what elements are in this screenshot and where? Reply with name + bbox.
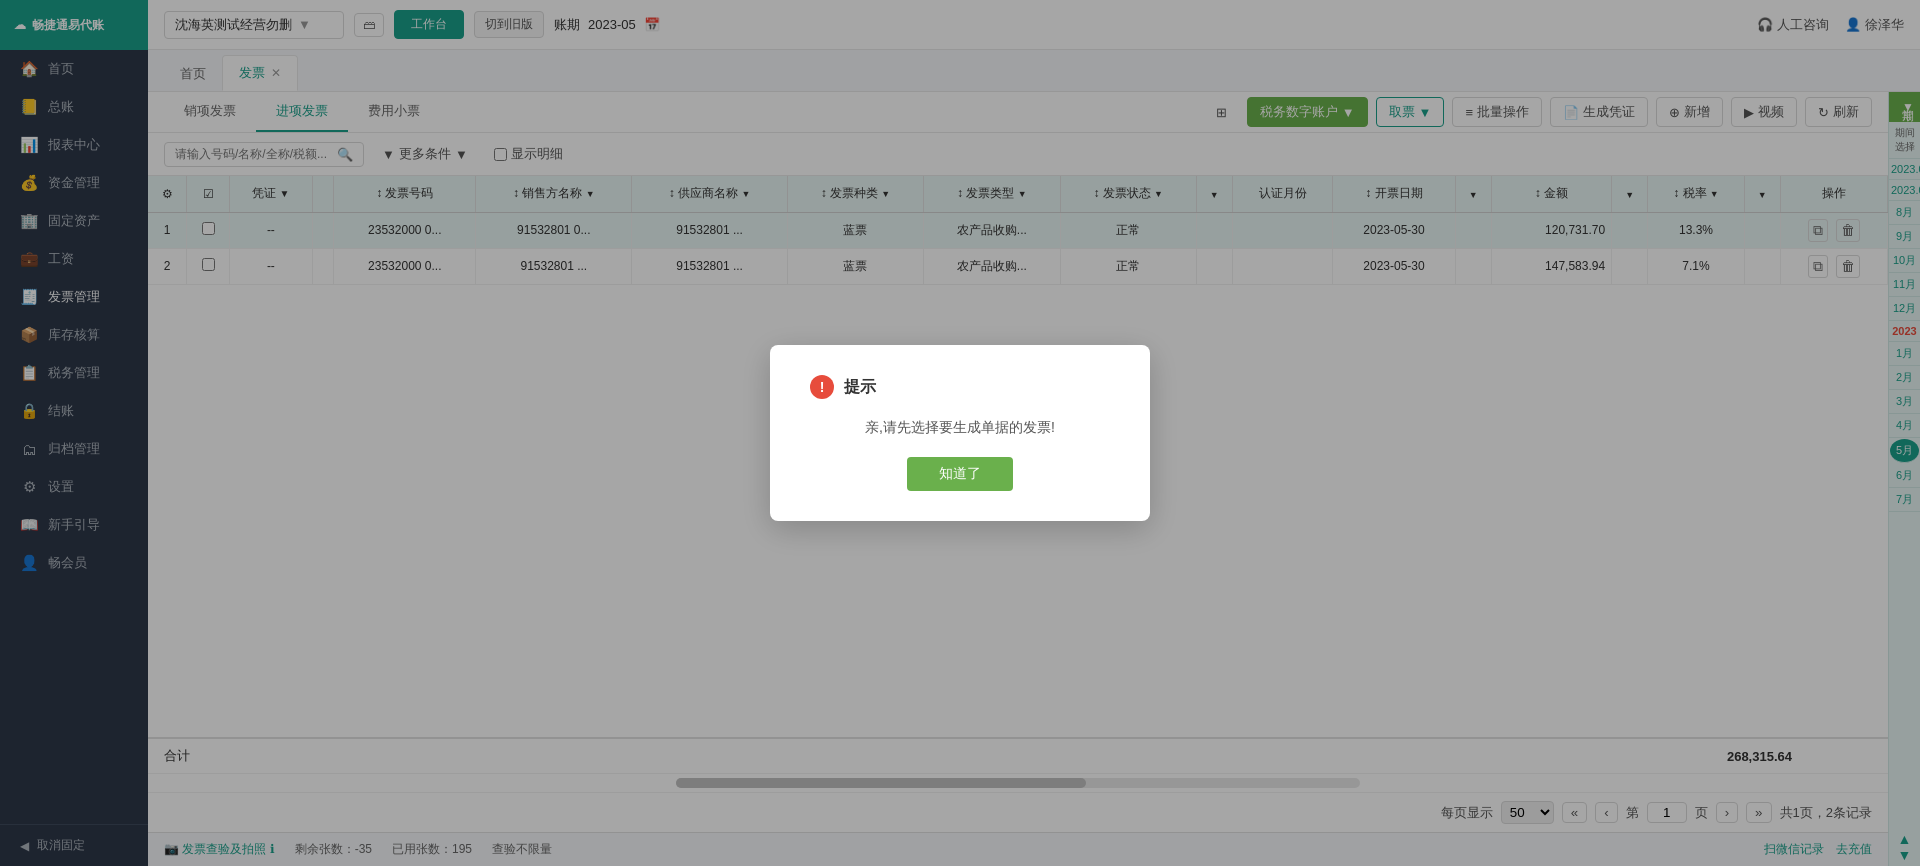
dialog-header: ! 提示 [810, 375, 876, 399]
dialog-message: 亲,请先选择要生成单据的发票! [865, 419, 1055, 437]
dialog-confirm-btn[interactable]: 知道了 [907, 457, 1013, 491]
dialog-overlay[interactable]: ! 提示 亲,请先选择要生成单据的发票! 知道了 [0, 0, 1920, 866]
dialog-title: 提示 [844, 377, 876, 398]
dialog-warning-icon: ! [810, 375, 834, 399]
dialog: ! 提示 亲,请先选择要生成单据的发票! 知道了 [770, 345, 1150, 521]
